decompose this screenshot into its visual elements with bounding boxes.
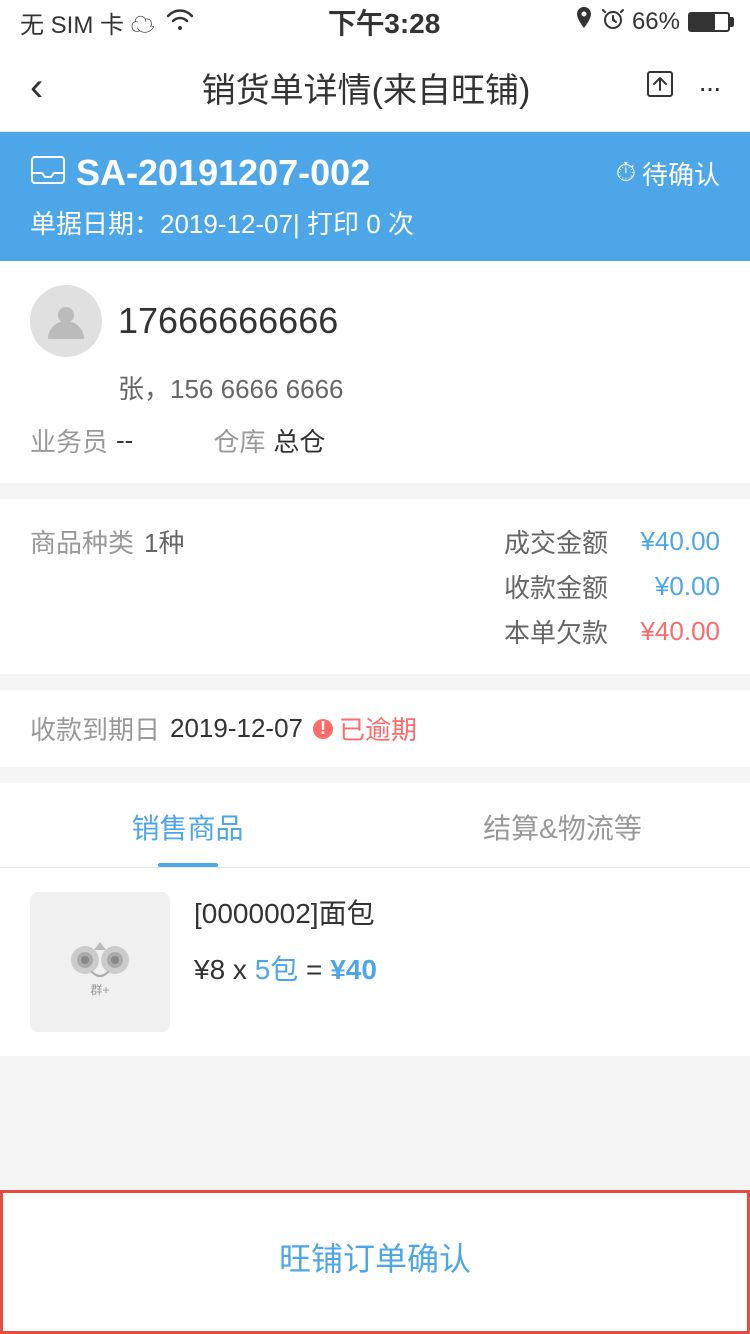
confirm-order-button[interactable]: 旺铺订单确认 bbox=[43, 1213, 707, 1301]
received-amount-value: ¥0.00 bbox=[620, 571, 720, 602]
customer-name: 张，156 6666 6666 bbox=[30, 369, 720, 406]
product-thumbnail: 群+ bbox=[30, 892, 170, 1032]
owed-amount-label: 本单欠款 bbox=[504, 613, 608, 650]
product-type-value: 1种 bbox=[144, 523, 184, 560]
location-icon bbox=[574, 7, 594, 38]
summary-right: 成交金额 ¥40.00 收款金额 ¥0.00 本单欠款 ¥40.00 bbox=[504, 523, 720, 650]
due-date-label: 收款到期日 bbox=[30, 710, 160, 747]
status-left: 无 SIM 卡 ☁ bbox=[20, 5, 195, 40]
sales-rep-label: 业务员 bbox=[30, 422, 108, 459]
confirm-button-wrap: 旺铺订单确认 bbox=[0, 1190, 750, 1334]
warehouse-value: 总仓 bbox=[273, 422, 325, 459]
transaction-amount-value: ¥40.00 bbox=[620, 526, 720, 557]
owed-amount-value: ¥40.00 bbox=[620, 616, 720, 647]
status-right: 66% bbox=[574, 7, 730, 38]
svg-text:群+: 群+ bbox=[90, 983, 109, 997]
product-info: [0000002]面包 ¥8 x 5包 = ¥40 bbox=[194, 892, 720, 988]
product-type-label: 商品种类 bbox=[30, 523, 134, 560]
inbox-icon bbox=[30, 152, 66, 194]
tab-sales-product[interactable]: 销售商品 bbox=[0, 783, 375, 867]
alarm-icon bbox=[602, 7, 624, 38]
nav-bar: ‹ 销货单详情(来自旺铺) ··· bbox=[0, 44, 750, 132]
order-header: SA-20191207-002 ⏱ 待确认 单据日期：2019-12-07| 打… bbox=[0, 132, 750, 261]
more-button[interactable]: ··· bbox=[698, 72, 720, 104]
battery-percentage: 66% bbox=[632, 8, 680, 36]
nav-title: 销货单详情(来自旺铺) bbox=[90, 63, 642, 112]
summary-section: 商品种类 1种 成交金额 ¥40.00 收款金额 ¥0.00 本单欠款 ¥40.… bbox=[0, 499, 750, 674]
battery-icon bbox=[688, 12, 730, 32]
product-item: 群+ [0000002]面包 ¥8 x 5包 = ¥40 bbox=[30, 892, 720, 1032]
tab-settlement-logistics[interactable]: 结算&物流等 bbox=[375, 783, 750, 867]
due-section: 收款到期日 2019-12-07 ! 已逾期 bbox=[0, 690, 750, 767]
warehouse-label: 仓库 bbox=[213, 422, 265, 459]
status-bar: 无 SIM 卡 ☁ 下午3:28 66% bbox=[0, 0, 750, 44]
sales-rep-value: -- bbox=[116, 425, 133, 456]
tabs-section: 销售商品 结算&物流等 bbox=[0, 783, 750, 868]
customer-section: 17666666666 张，156 6666 6666 业务员 -- 仓库 总仓 bbox=[0, 261, 750, 483]
order-status: ⏱ 待确认 bbox=[616, 155, 720, 192]
due-date-value: 2019-12-07 bbox=[170, 713, 303, 744]
overdue-badge: ! 已逾期 bbox=[313, 710, 417, 747]
overdue-text: 已逾期 bbox=[339, 710, 417, 747]
warning-icon: ! bbox=[313, 719, 333, 739]
transaction-amount-label: 成交金额 bbox=[504, 523, 608, 560]
nav-actions: ··· bbox=[642, 66, 720, 109]
status-time: 下午3:28 bbox=[328, 2, 440, 42]
product-section: 群+ [0000002]面包 ¥8 x 5包 = ¥40 bbox=[0, 868, 750, 1056]
order-date: 单据日期：2019-12-07| 打印 0 次 bbox=[30, 204, 720, 241]
avatar bbox=[30, 285, 102, 357]
product-price: ¥8 x 5包 = ¥40 bbox=[194, 948, 720, 988]
order-id: SA-20191207-002 bbox=[30, 152, 370, 194]
customer-phone: 17666666666 bbox=[118, 300, 338, 342]
clock-icon: ⏱ bbox=[616, 157, 636, 189]
share-icon[interactable] bbox=[642, 66, 678, 109]
product-name: [0000002]面包 bbox=[194, 892, 720, 932]
received-amount-label: 收款金额 bbox=[504, 568, 608, 605]
no-sim-text: 无 SIM 卡 ☁ bbox=[20, 5, 155, 40]
wifi-icon bbox=[165, 8, 195, 37]
customer-meta: 业务员 -- 仓库 总仓 bbox=[30, 422, 720, 459]
back-button[interactable]: ‹ bbox=[30, 65, 90, 110]
